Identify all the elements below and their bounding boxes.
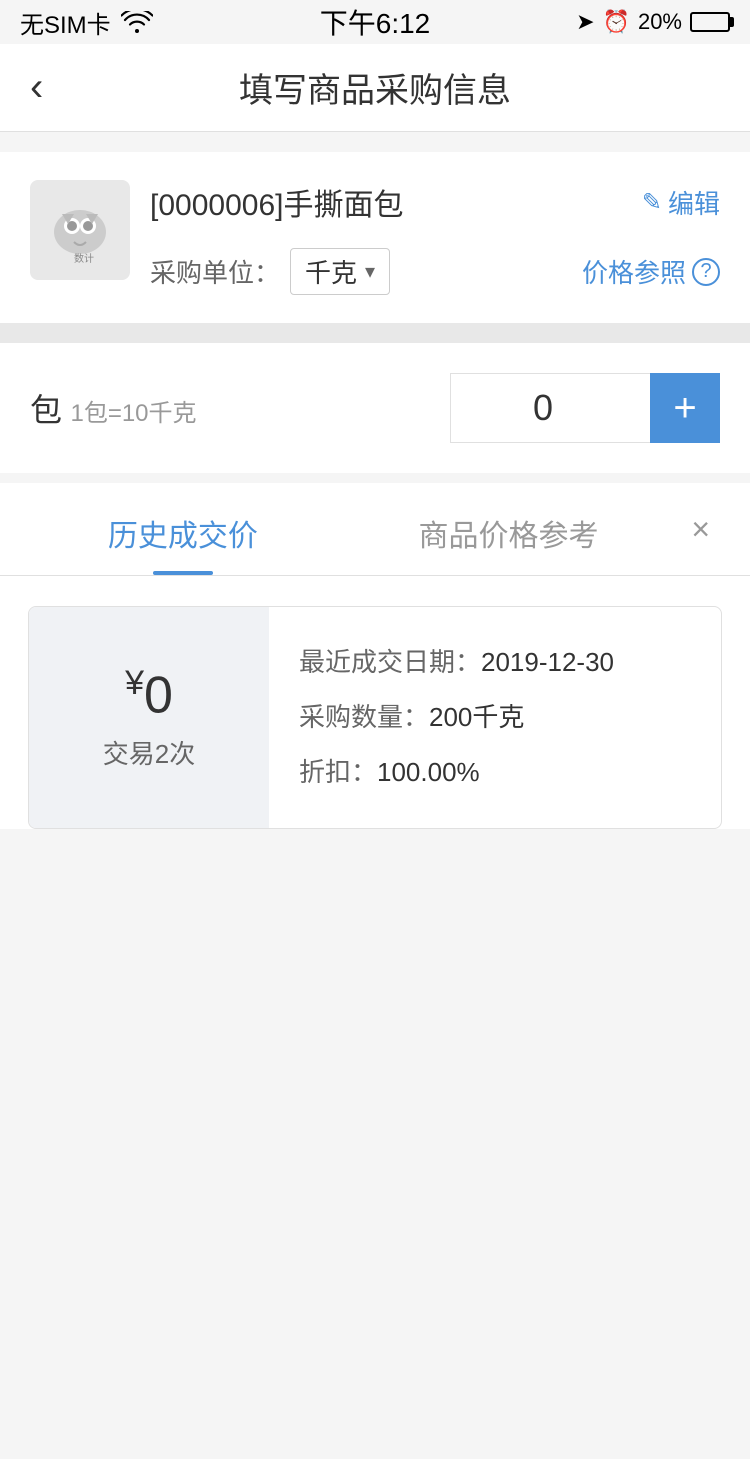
product-top: 数计 [0000006]手撕面包 ✎ 编辑 采购单位： 千克 ▾ <box>30 180 720 295</box>
location-icon: ➤ <box>576 9 594 35</box>
transaction-price-area: ¥0 交易2次 <box>29 607 269 828</box>
status-bar: 无SIM卡 下午6:12 ➤ ⏰ 20% <box>0 0 750 44</box>
tabs-close-button[interactable]: × <box>671 491 730 568</box>
transaction-price-value: ¥0 <box>125 664 173 725</box>
status-time: 下午6:12 <box>320 2 431 42</box>
product-thumbnail: 数计 <box>30 180 130 280</box>
edit-button[interactable]: ✎ 编辑 <box>642 184 720 221</box>
transaction-card: ¥0 交易2次 最近成交日期：2019-12-30 采购数量：200千克 折扣：… <box>28 606 722 829</box>
product-logo-icon: 数计 <box>44 194 116 266</box>
unit-bag-label: 包 <box>30 392 62 428</box>
help-icon: ? <box>692 258 720 286</box>
header: ‹ 填写商品采购信息 <box>0 44 750 132</box>
back-button[interactable]: ‹ <box>20 55 53 120</box>
date-value: 2019-12-30 <box>481 647 614 677</box>
unit-bag-area: 包 1包=10千克 <box>30 385 197 431</box>
quantity-plus-button[interactable]: + <box>650 373 720 443</box>
date-label: 最近成交日期： <box>299 647 481 677</box>
tab-history-price[interactable]: 历史成交价 <box>20 483 346 575</box>
tab1-label: 历史成交价 <box>108 520 258 553</box>
edit-icon: ✎ <box>642 188 662 217</box>
transaction-discount-row: 折扣：100.00% <box>299 753 691 792</box>
price-reference-button[interactable]: 价格参照 ? <box>582 253 720 290</box>
product-unit-row: 采购单位： 千克 ▾ 价格参照 ? <box>150 248 720 295</box>
qty-value: 200千克 <box>429 702 524 732</box>
bottom-empty-area <box>0 859 750 1459</box>
wifi-icon <box>121 11 153 33</box>
alarm-icon: ⏰ <box>603 9 630 35</box>
carrier-label: 无SIM卡 <box>20 5 111 40</box>
dropdown-arrow-icon: ▾ <box>365 259 375 284</box>
page-title: 填写商品采购信息 <box>239 63 511 112</box>
unit-value: 千克 <box>305 253 357 290</box>
svg-text:数计: 数计 <box>74 252 94 265</box>
transaction-qty-row: 采购数量：200千克 <box>299 698 691 737</box>
discount-label: 折扣： <box>299 757 377 787</box>
tabs-panel: 历史成交价 商品价格参考 × ¥0 交易2次 最近成交日期：2019-12-30… <box>0 483 750 829</box>
unit-conversion-label: 1包=10千克 <box>70 400 196 427</box>
unit-select-dropdown[interactable]: 千克 ▾ <box>290 248 390 295</box>
tabs-header: 历史成交价 商品价格参考 × <box>0 483 750 576</box>
section-divider <box>0 323 750 343</box>
price-number: 0 <box>144 667 173 725</box>
transaction-count: 交易2次 <box>103 734 195 771</box>
product-name: [0000006]手撕面包 <box>150 180 403 224</box>
status-right: ➤ ⏰ 20% <box>576 9 730 35</box>
status-left: 无SIM卡 <box>20 5 153 40</box>
transaction-date-row: 最近成交日期：2019-12-30 <box>299 643 691 682</box>
quantity-row: 包 1包=10千克 + <box>0 343 750 473</box>
unit-label: 采购单位： <box>150 253 280 290</box>
currency-symbol: ¥ <box>125 664 144 702</box>
product-row-top: [0000006]手撕面包 ✎ 编辑 <box>150 180 720 224</box>
transaction-details: 最近成交日期：2019-12-30 采购数量：200千克 折扣：100.00% <box>269 607 721 828</box>
discount-value: 100.00% <box>377 757 480 787</box>
product-card: 数计 [0000006]手撕面包 ✎ 编辑 采购单位： 千克 ▾ <box>0 152 750 323</box>
price-ref-label: 价格参照 <box>582 253 686 290</box>
qty-label: 采购数量： <box>299 702 429 732</box>
unit-area: 采购单位： 千克 ▾ <box>150 248 390 295</box>
tab-product-price-ref[interactable]: 商品价格参考 <box>346 483 672 575</box>
quantity-input[interactable] <box>450 373 650 443</box>
battery-icon <box>690 12 730 32</box>
product-info: [0000006]手撕面包 ✎ 编辑 采购单位： 千克 ▾ 价格参照 ? <box>150 180 720 295</box>
edit-label: 编辑 <box>668 184 720 221</box>
plus-icon: + <box>673 386 696 431</box>
battery-pct: 20% <box>638 9 682 35</box>
quantity-input-area: + <box>217 373 720 443</box>
tab2-label: 商品价格参考 <box>418 520 598 553</box>
close-icon: × <box>691 511 710 547</box>
